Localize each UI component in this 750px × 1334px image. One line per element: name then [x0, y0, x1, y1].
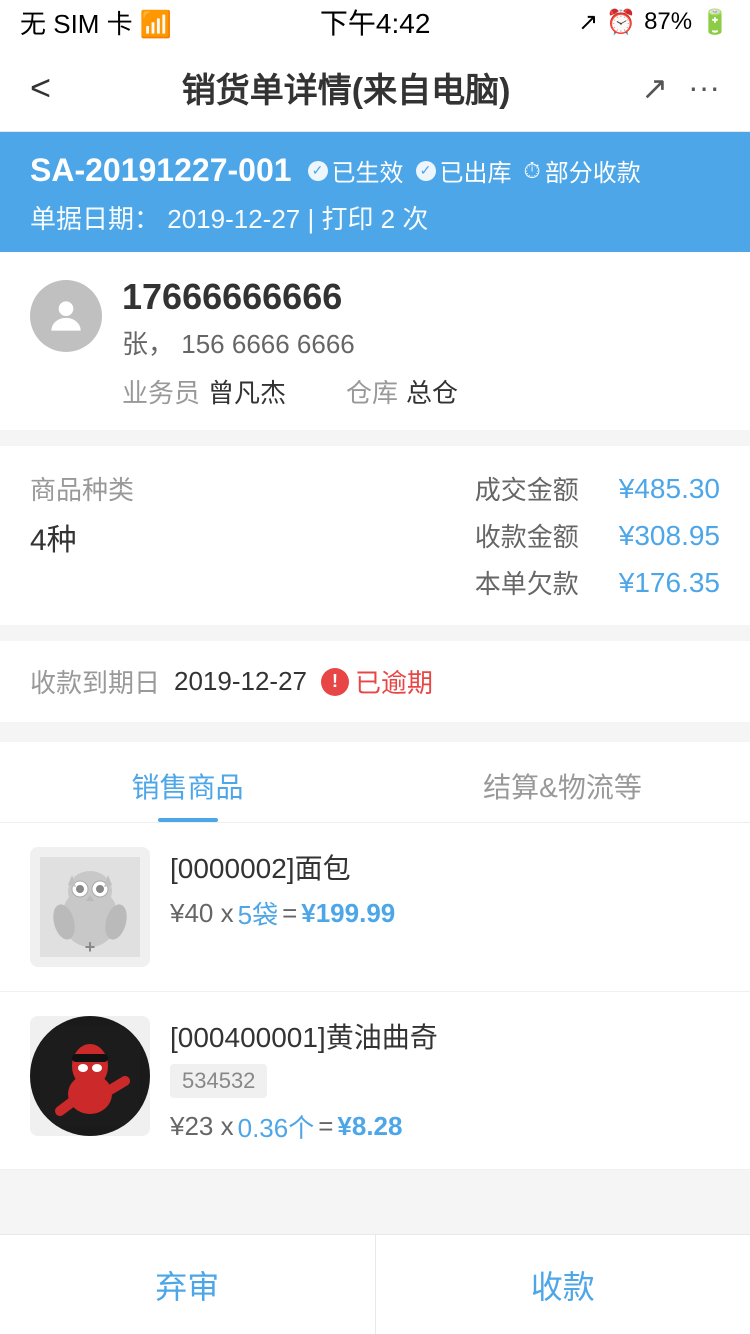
person-icon — [44, 294, 88, 338]
warehouse-label: 仓库 — [346, 373, 398, 410]
status-partial-label: 部分收款 — [545, 153, 641, 188]
customer-meta: 业务员 曾凡杰 仓库 总仓 — [122, 373, 720, 410]
clock-icon: ⏱ — [524, 158, 541, 184]
product-qty-1: 5袋 — [238, 895, 278, 932]
nav-bar: < 销货单详情(来自电脑) ↗︎ ··· — [0, 44, 750, 132]
status-activated-label: 已生效 — [332, 153, 404, 188]
owl-icon: + — [40, 857, 140, 957]
product-sku-badge-2: 534532 — [170, 1064, 267, 1098]
product-total-2: ¥8.28 — [337, 1111, 402, 1142]
status-bar: 无 SIM 卡 📶 下午4:42 ↗ ⏰ 87% 🔋 — [0, 0, 750, 44]
customer-name: 张， — [122, 329, 174, 359]
tab-settlement[interactable]: 结算&物流等 — [375, 742, 750, 822]
product-item: + [0000002]面包 ¥40 x 5袋 = ¥199.99 — [0, 823, 750, 992]
product-equals-1: = — [282, 898, 297, 929]
tabs-section: 销售商品 结算&物流等 — [0, 742, 750, 823]
product-info-2: [000400001]黄油曲奇 534532 ¥23 x 0.36个 = ¥8.… — [170, 1016, 720, 1145]
product-unit-price-2: ¥23 x — [170, 1111, 234, 1142]
page-title: 销货单详情(来自电脑) — [182, 63, 511, 112]
product-type-value: 4种 — [30, 515, 134, 559]
status-battery: ↗ ⏰ 87% 🔋 — [578, 8, 730, 37]
order-status-tags: ✓ 已生效 ✓ 已出库 ⏱ 部分收款 — [308, 153, 641, 188]
warehouse-meta: 仓库 总仓 — [346, 373, 458, 410]
customer-phone-value: 156 6666 6666 — [181, 329, 355, 359]
customer-section: 17666666666 张， 156 6666 6666 业务员 曾凡杰 仓库 … — [0, 252, 750, 430]
tab-settlement-label: 结算&物流等 — [483, 772, 642, 803]
salesperson-value: 曾凡杰 — [208, 373, 286, 410]
collect-payment-label: 收款 — [531, 1262, 595, 1308]
product-qty-2: 0.36个 — [238, 1108, 315, 1145]
check-icon-2: ✓ — [416, 161, 436, 181]
avatar — [30, 280, 102, 352]
tab-products-label: 销售商品 — [131, 772, 243, 803]
due-date-section: 收款到期日 2019-12-27 ! 已逾期 — [0, 641, 750, 722]
warehouse-value: 总仓 — [406, 373, 458, 410]
reject-button[interactable]: 弃审 — [0, 1235, 376, 1334]
tab-products[interactable]: 销售商品 — [0, 742, 375, 822]
due-date-value: 2019-12-27 — [174, 666, 307, 697]
share-icon[interactable]: ↗︎ — [641, 69, 668, 107]
status-tag-activated: ✓ 已生效 — [308, 153, 404, 188]
status-shipped-label: 已出库 — [440, 153, 512, 188]
battery-percent: 87% — [644, 8, 692, 36]
summary-left: 商品种类 4种 — [30, 470, 134, 559]
svg-text:+: + — [85, 937, 96, 957]
amount-label-1: 成交金额 — [475, 470, 579, 507]
bottom-bar: 弃审 收款 — [0, 1234, 750, 1334]
amount-row-2: 收款金额 ¥308.95 — [475, 517, 720, 554]
customer-id: 17666666666 — [122, 276, 720, 318]
banner-date-label: 单据日期： — [30, 204, 160, 234]
overdue-dot-icon: ! — [321, 668, 349, 696]
customer-info: 17666666666 张， 156 6666 6666 业务员 曾凡杰 仓库 … — [122, 276, 720, 410]
alarm-icon: ⏰ — [606, 8, 636, 37]
product-thumbnail-1: + — [30, 847, 150, 967]
amount-label-3: 本单欠款 — [475, 564, 579, 601]
status-time: 下午4:42 — [320, 2, 431, 42]
customer-name-phone: 张， 156 6666 6666 — [122, 324, 720, 361]
amount-value-2: ¥308.95 — [619, 520, 720, 552]
banner-print-label: | 打印 2 次 — [307, 204, 428, 234]
location-icon: ↗ — [578, 8, 598, 37]
product-price-row-1: ¥40 x 5袋 = ¥199.99 — [170, 895, 720, 932]
status-network: 无 SIM 卡 📶 — [20, 4, 172, 41]
product-name-2: [000400001]黄油曲奇 — [170, 1016, 720, 1056]
banner-date-value: 2019-12-27 — [167, 204, 300, 234]
order-header-banner: SA-20191227-001 ✓ 已生效 ✓ 已出库 ⏱ 部分收款 单据日期：… — [0, 132, 750, 252]
overdue-badge: ! 已逾期 — [321, 663, 433, 700]
product-equals-2: = — [318, 1111, 333, 1142]
nav-actions: ↗︎ ··· — [641, 69, 720, 107]
check-icon-1: ✓ — [308, 161, 328, 181]
ninja-thumbnail — [30, 1016, 150, 1136]
product-name-1: [0000002]面包 — [170, 847, 720, 887]
banner-date-row: 单据日期： 2019-12-27 | 打印 2 次 — [30, 199, 720, 236]
salesperson-meta: 业务员 曾凡杰 — [122, 373, 286, 410]
product-list: + [0000002]面包 ¥40 x 5袋 = ¥199.99 — [0, 823, 750, 1170]
order-id: SA-20191227-001 — [30, 152, 292, 189]
status-tag-shipped: ✓ 已出库 — [416, 153, 512, 188]
amount-value-3: ¥176.35 — [619, 567, 720, 599]
more-icon[interactable]: ··· — [688, 69, 720, 106]
overdue-text: 已逾期 — [355, 663, 433, 700]
product-thumbnail-2 — [30, 1016, 150, 1136]
battery-icon: 🔋 — [700, 8, 730, 37]
reject-label: 弃审 — [155, 1262, 219, 1308]
amount-row-3: 本单欠款 ¥176.35 — [475, 564, 720, 601]
salesperson-label: 业务员 — [122, 373, 200, 410]
summary-section: 商品种类 4种 成交金额 ¥485.30 收款金额 ¥308.95 本单欠款 ¥… — [0, 446, 750, 625]
amount-row-1: 成交金额 ¥485.30 — [475, 470, 720, 507]
product-total-1: ¥199.99 — [301, 898, 395, 929]
collect-payment-button[interactable]: 收款 — [376, 1235, 750, 1334]
amount-label-2: 收款金额 — [475, 517, 579, 554]
product-info-1: [0000002]面包 ¥40 x 5袋 = ¥199.99 — [170, 847, 720, 932]
summary-right: 成交金额 ¥485.30 收款金额 ¥308.95 本单欠款 ¥176.35 — [475, 470, 720, 601]
product-price-row-2: ¥23 x 0.36个 = ¥8.28 — [170, 1108, 720, 1145]
ninja-icon — [40, 1026, 140, 1126]
product-item-2: [000400001]黄油曲奇 534532 ¥23 x 0.36个 = ¥8.… — [0, 992, 750, 1170]
product-type-label: 商品种类 — [30, 470, 134, 507]
product-unit-price-1: ¥40 x — [170, 898, 234, 929]
due-date-label: 收款到期日 — [30, 663, 160, 700]
amount-value-1: ¥485.30 — [619, 473, 720, 505]
status-tag-partial: ⏱ 部分收款 — [524, 153, 641, 188]
back-button[interactable]: < — [30, 67, 51, 109]
